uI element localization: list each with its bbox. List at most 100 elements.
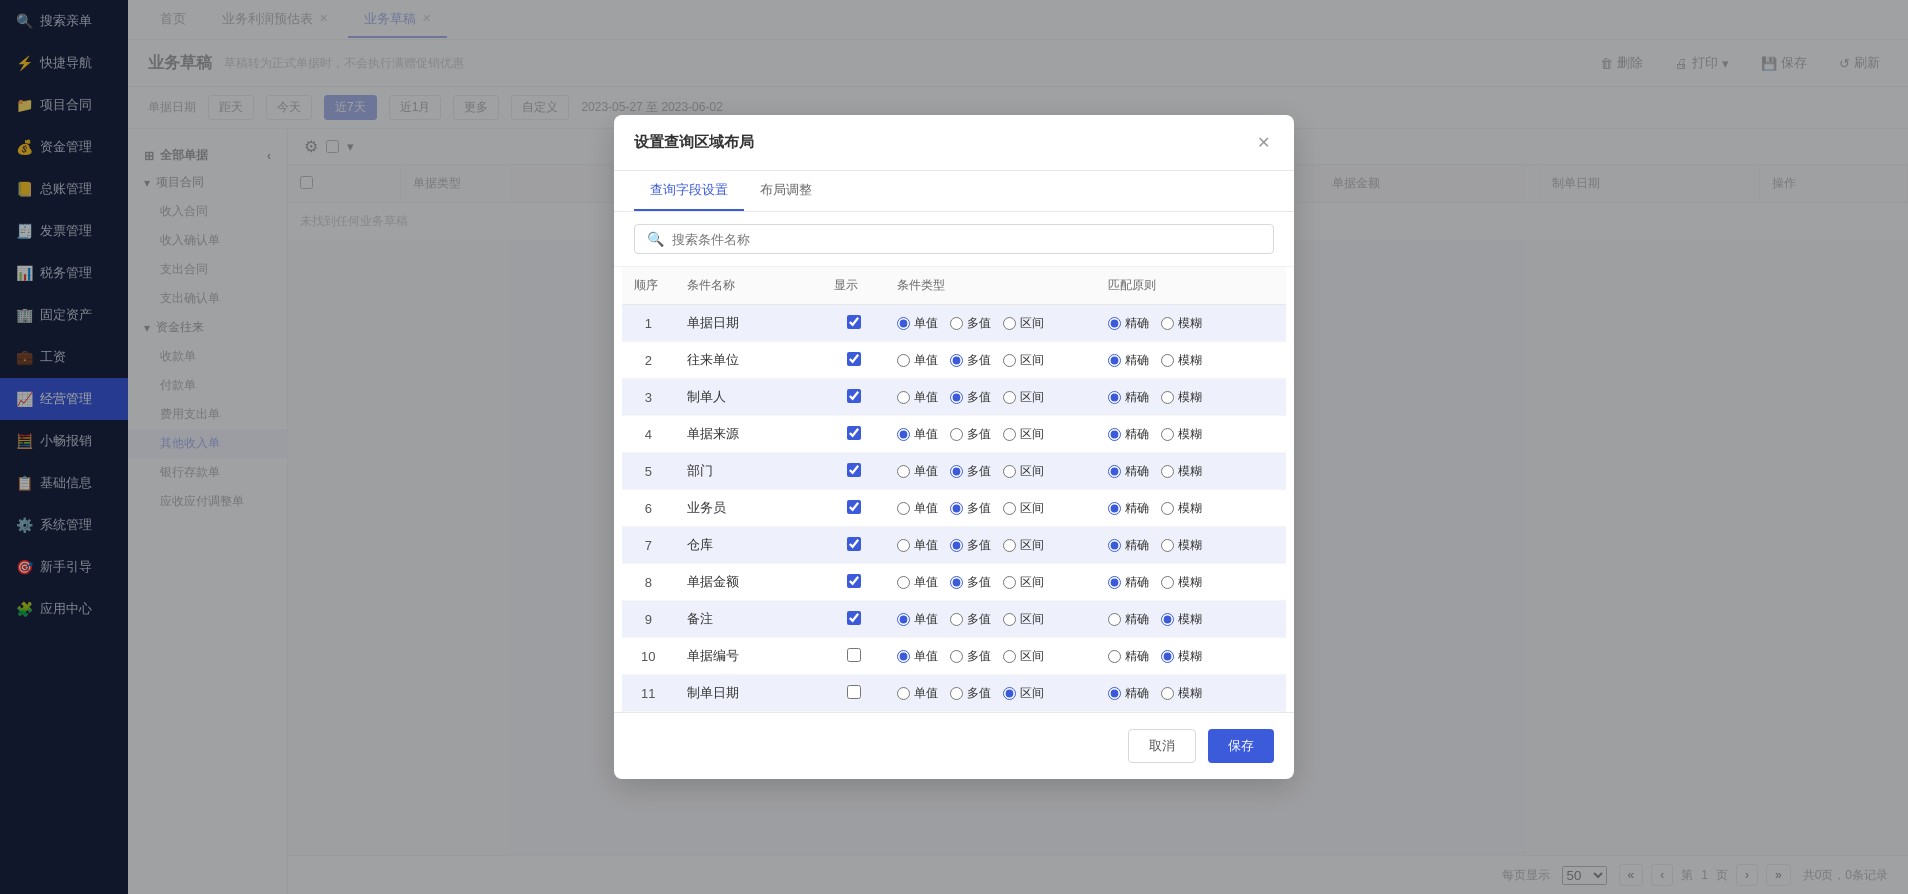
row-type-option-range[interactable]: 区间 — [1003, 500, 1044, 517]
row-match-option-exact[interactable]: 精确 — [1108, 648, 1149, 665]
row-type-option-range[interactable]: 区间 — [1003, 574, 1044, 591]
row-show-checkbox[interactable] — [847, 574, 861, 588]
row-type: 单值多值区间 — [885, 527, 1096, 564]
row-type-option-range[interactable]: 区间 — [1003, 537, 1044, 554]
row-match-option-fuzzy[interactable]: 模糊 — [1161, 315, 1202, 332]
search-input-wrapper: 🔍 — [634, 224, 1274, 254]
row-type-option-multi[interactable]: 多值 — [950, 352, 991, 369]
row-match: 精确模糊 — [1096, 379, 1286, 416]
row-match: 精确模糊 — [1096, 638, 1286, 675]
row-match-option-exact[interactable]: 精确 — [1108, 537, 1149, 554]
row-type-option-multi[interactable]: 多值 — [950, 648, 991, 665]
row-type-option-multi[interactable]: 多值 — [950, 389, 991, 406]
row-match-option-fuzzy[interactable]: 模糊 — [1161, 463, 1202, 480]
row-type-option-single[interactable]: 单值 — [897, 500, 938, 517]
row-match-option-fuzzy[interactable]: 模糊 — [1161, 389, 1202, 406]
row-type: 单值多值区间 — [885, 305, 1096, 342]
row-show — [822, 305, 885, 342]
modal-save-button[interactable]: 保存 — [1208, 729, 1274, 763]
row-type-option-multi[interactable]: 多值 — [950, 315, 991, 332]
row-match-option-fuzzy[interactable]: 模糊 — [1161, 611, 1202, 628]
row-show-checkbox[interactable] — [847, 352, 861, 366]
row-type-option-range[interactable]: 区间 — [1003, 315, 1044, 332]
row-type-option-multi[interactable]: 多值 — [950, 685, 991, 702]
row-show — [822, 453, 885, 490]
row-match-option-exact[interactable]: 精确 — [1108, 389, 1149, 406]
settings-modal: 设置查询区域布局 ✕ 查询字段设置 布局调整 🔍 顺序 条件名称 显示 — [614, 115, 1294, 779]
row-match-option-fuzzy[interactable]: 模糊 — [1161, 574, 1202, 591]
row-type-option-single[interactable]: 单值 — [897, 537, 938, 554]
row-type-option-single[interactable]: 单值 — [897, 463, 938, 480]
modal-cancel-button[interactable]: 取消 — [1128, 729, 1196, 763]
row-type: 单值多值区间 — [885, 675, 1096, 712]
row-match-option-fuzzy[interactable]: 模糊 — [1161, 685, 1202, 702]
row-type-option-range[interactable]: 区间 — [1003, 611, 1044, 628]
row-type-option-single[interactable]: 单值 — [897, 685, 938, 702]
row-type-option-single[interactable]: 单值 — [897, 574, 938, 591]
modal-tab-layout[interactable]: 布局调整 — [744, 171, 828, 211]
row-show-checkbox[interactable] — [847, 611, 861, 625]
row-type-option-single[interactable]: 单值 — [897, 611, 938, 628]
row-type-option-multi[interactable]: 多值 — [950, 574, 991, 591]
row-show — [822, 601, 885, 638]
row-show-checkbox[interactable] — [847, 537, 861, 551]
modal-table-row: 8单据金额单值多值区间精确模糊 — [622, 564, 1286, 601]
row-type-option-single[interactable]: 单值 — [897, 315, 938, 332]
row-match-option-exact[interactable]: 精确 — [1108, 500, 1149, 517]
row-type-option-multi[interactable]: 多值 — [950, 500, 991, 517]
modal-search-area: 🔍 — [614, 212, 1294, 267]
row-show — [822, 564, 885, 601]
row-match-option-exact[interactable]: 精确 — [1108, 315, 1149, 332]
row-show-checkbox[interactable] — [847, 685, 861, 699]
row-show-checkbox[interactable] — [847, 315, 861, 329]
row-match-option-fuzzy[interactable]: 模糊 — [1161, 537, 1202, 554]
row-type-option-range[interactable]: 区间 — [1003, 463, 1044, 480]
modal-title: 设置查询区域布局 — [634, 133, 754, 152]
row-type: 单值多值区间 — [885, 453, 1096, 490]
row-show — [822, 638, 885, 675]
row-match-option-fuzzy[interactable]: 模糊 — [1161, 500, 1202, 517]
row-match-option-exact[interactable]: 精确 — [1108, 574, 1149, 591]
row-show-checkbox[interactable] — [847, 463, 861, 477]
row-type-option-multi[interactable]: 多值 — [950, 611, 991, 628]
row-name: 单据编号 — [675, 638, 823, 675]
modal-table-row: 5部门单值多值区间精确模糊 — [622, 453, 1286, 490]
row-type-option-range[interactable]: 区间 — [1003, 685, 1044, 702]
modal-col-show: 显示 — [822, 267, 885, 305]
row-type-option-single[interactable]: 单值 — [897, 426, 938, 443]
row-show-checkbox[interactable] — [847, 648, 861, 662]
row-match-option-exact[interactable]: 精确 — [1108, 611, 1149, 628]
row-show-checkbox[interactable] — [847, 389, 861, 403]
row-match-option-fuzzy[interactable]: 模糊 — [1161, 648, 1202, 665]
row-match-option-exact[interactable]: 精确 — [1108, 352, 1149, 369]
row-type-option-range[interactable]: 区间 — [1003, 352, 1044, 369]
row-type-option-single[interactable]: 单值 — [897, 648, 938, 665]
row-name: 部门 — [675, 453, 823, 490]
row-type-option-range[interactable]: 区间 — [1003, 648, 1044, 665]
row-match-option-fuzzy[interactable]: 模糊 — [1161, 426, 1202, 443]
row-order: 3 — [622, 379, 675, 416]
row-match-option-exact[interactable]: 精确 — [1108, 685, 1149, 702]
row-show-checkbox[interactable] — [847, 426, 861, 440]
row-order: 7 — [622, 527, 675, 564]
row-type-option-multi[interactable]: 多值 — [950, 463, 991, 480]
row-type: 单值多值区间 — [885, 638, 1096, 675]
row-show — [822, 490, 885, 527]
modal-footer: 取消 保存 — [614, 712, 1294, 779]
row-match-option-exact[interactable]: 精确 — [1108, 463, 1149, 480]
row-match: 精确模糊 — [1096, 342, 1286, 379]
row-order: 8 — [622, 564, 675, 601]
row-type-option-range[interactable]: 区间 — [1003, 389, 1044, 406]
modal-close-button[interactable]: ✕ — [1253, 129, 1274, 156]
modal-tab-fields[interactable]: 查询字段设置 — [634, 171, 744, 211]
row-type-option-multi[interactable]: 多值 — [950, 537, 991, 554]
row-match-option-exact[interactable]: 精确 — [1108, 426, 1149, 443]
row-show-checkbox[interactable] — [847, 500, 861, 514]
modal-search-input[interactable] — [672, 232, 1261, 247]
row-type-option-single[interactable]: 单值 — [897, 389, 938, 406]
row-type-option-multi[interactable]: 多值 — [950, 426, 991, 443]
row-match: 精确模糊 — [1096, 675, 1286, 712]
row-type-option-single[interactable]: 单值 — [897, 352, 938, 369]
row-match-option-fuzzy[interactable]: 模糊 — [1161, 352, 1202, 369]
row-type-option-range[interactable]: 区间 — [1003, 426, 1044, 443]
